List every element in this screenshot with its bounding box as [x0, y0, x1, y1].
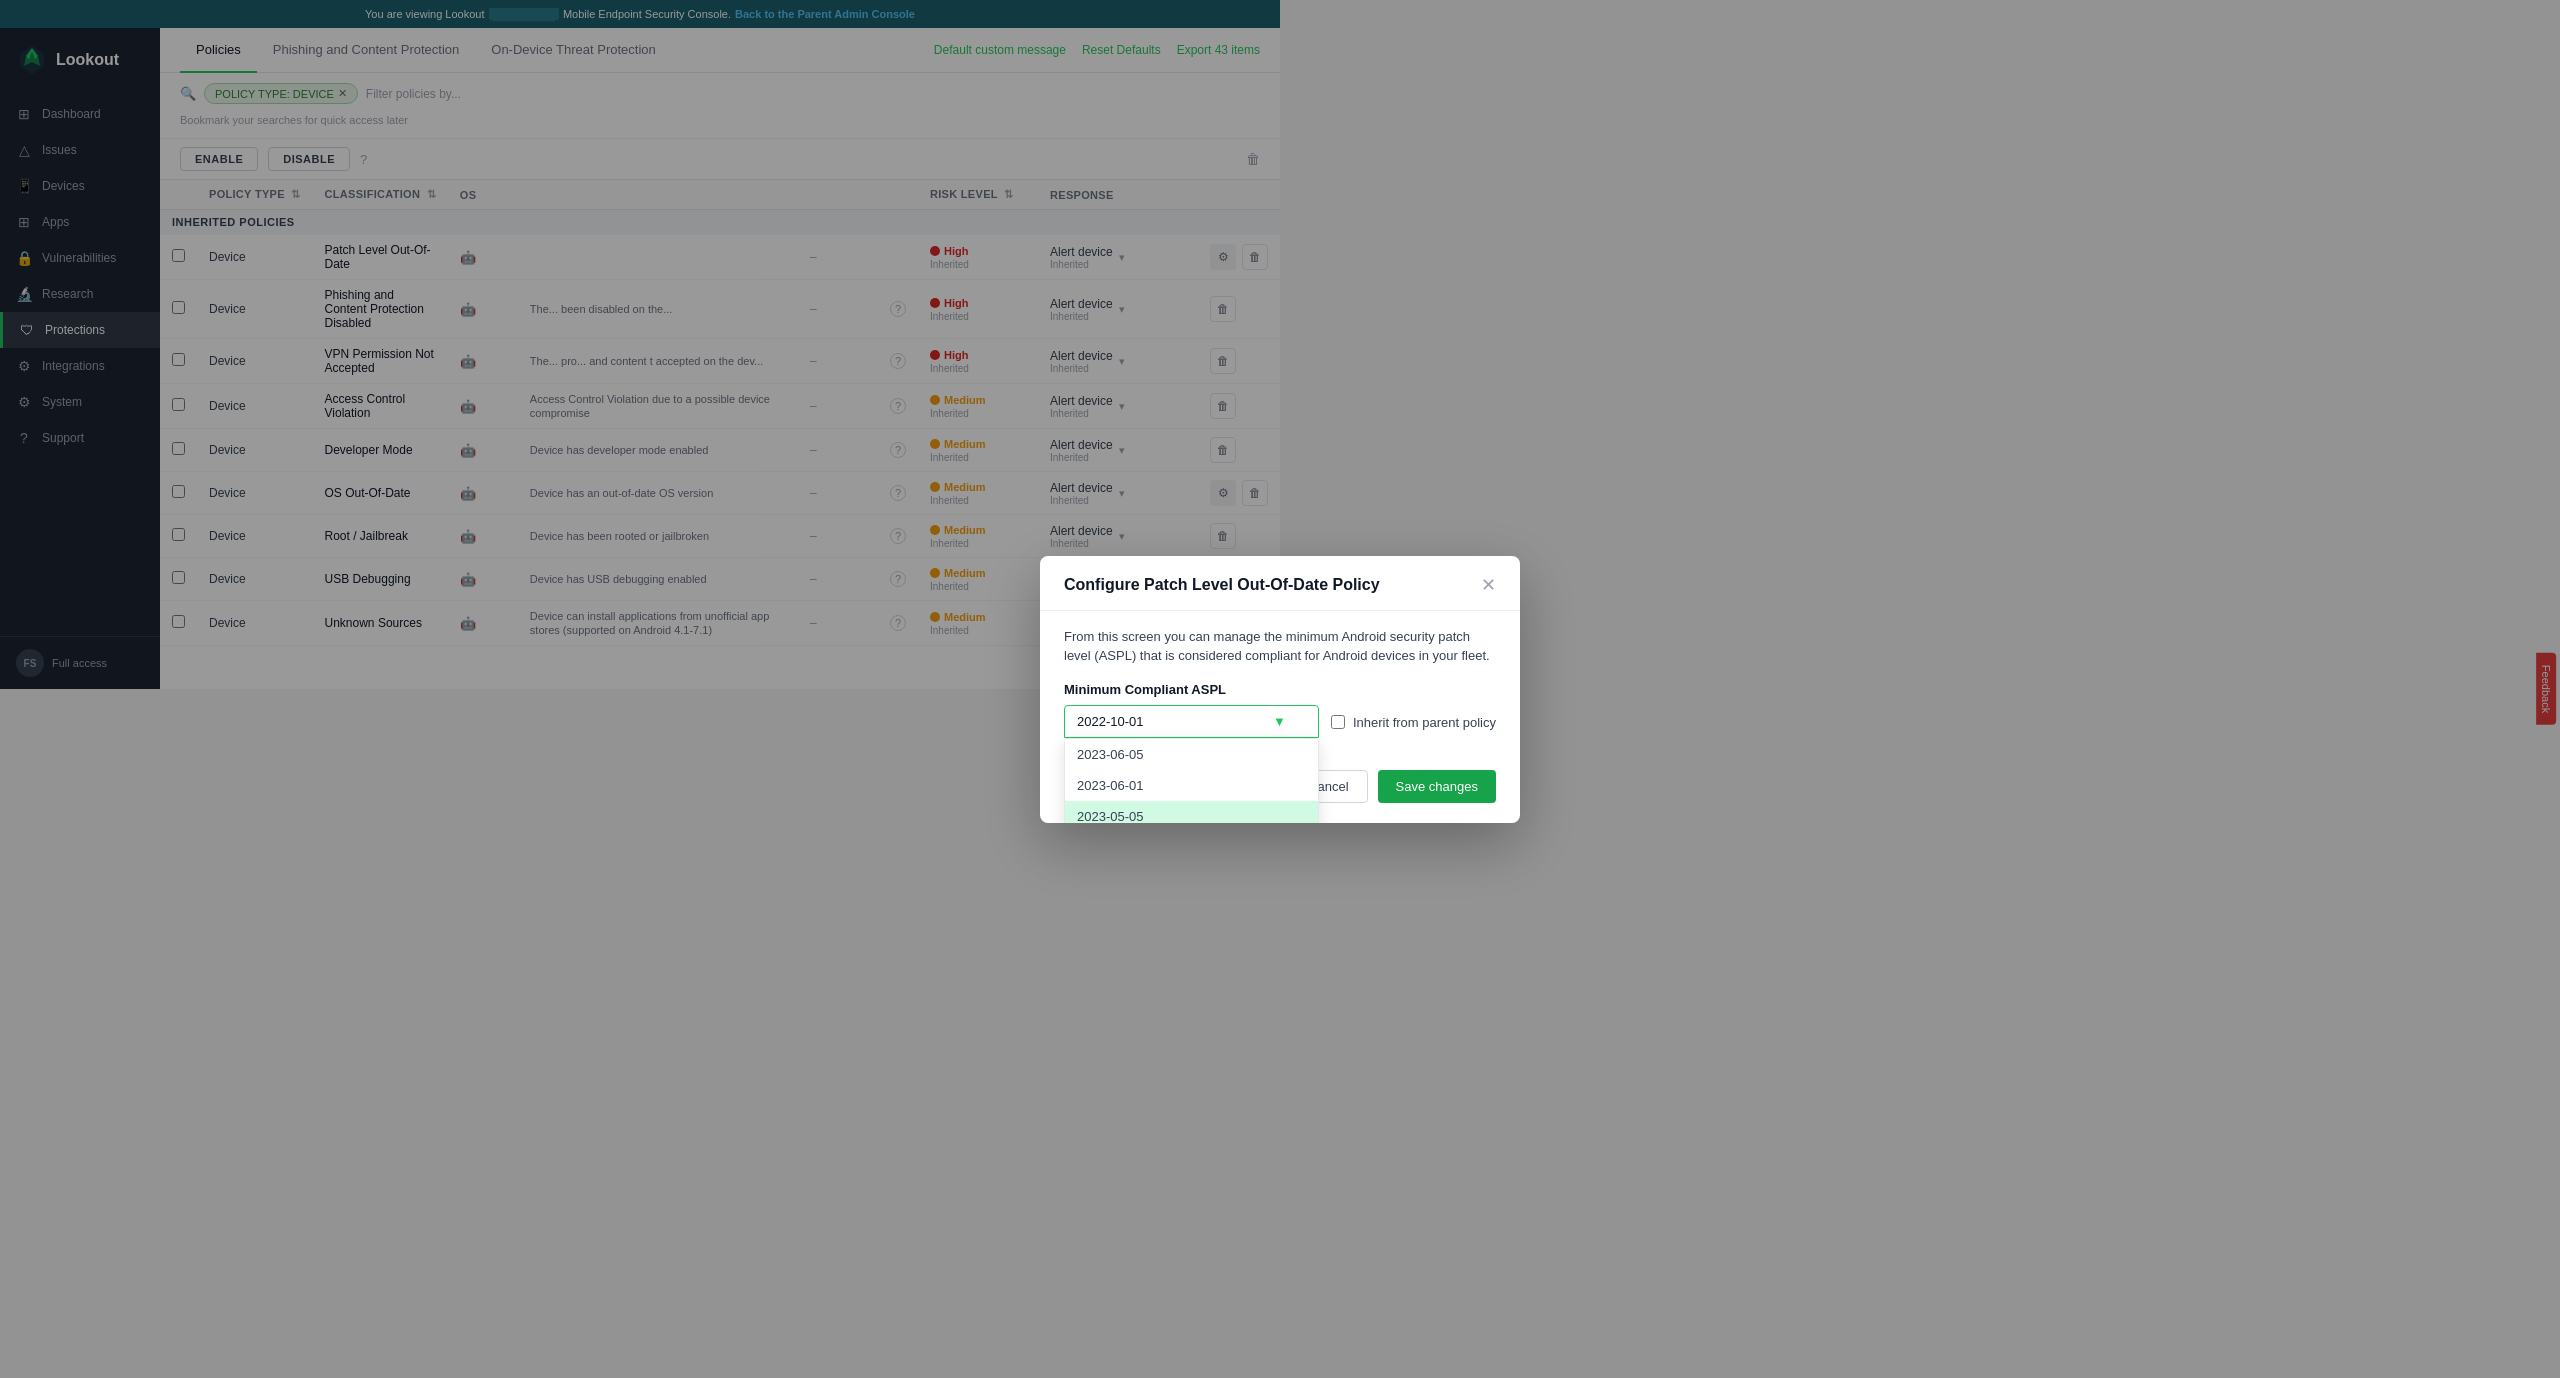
modal-overlay[interactable]: Configure Patch Level Out-Of-Date Policy…	[0, 0, 1280, 689]
modal-body: From this screen you can manage the mini…	[1040, 611, 1280, 690]
modal-header: Configure Patch Level Out-Of-Date Policy…	[1040, 556, 1280, 611]
modal-title: Configure Patch Level Out-Of-Date Policy	[1064, 576, 1280, 594]
configure-policy-modal: Configure Patch Level Out-Of-Date Policy…	[1040, 556, 1280, 690]
field-label: Minimum Compliant ASPL	[1064, 682, 1280, 690]
modal-description: From this screen you can manage the mini…	[1064, 627, 1280, 666]
